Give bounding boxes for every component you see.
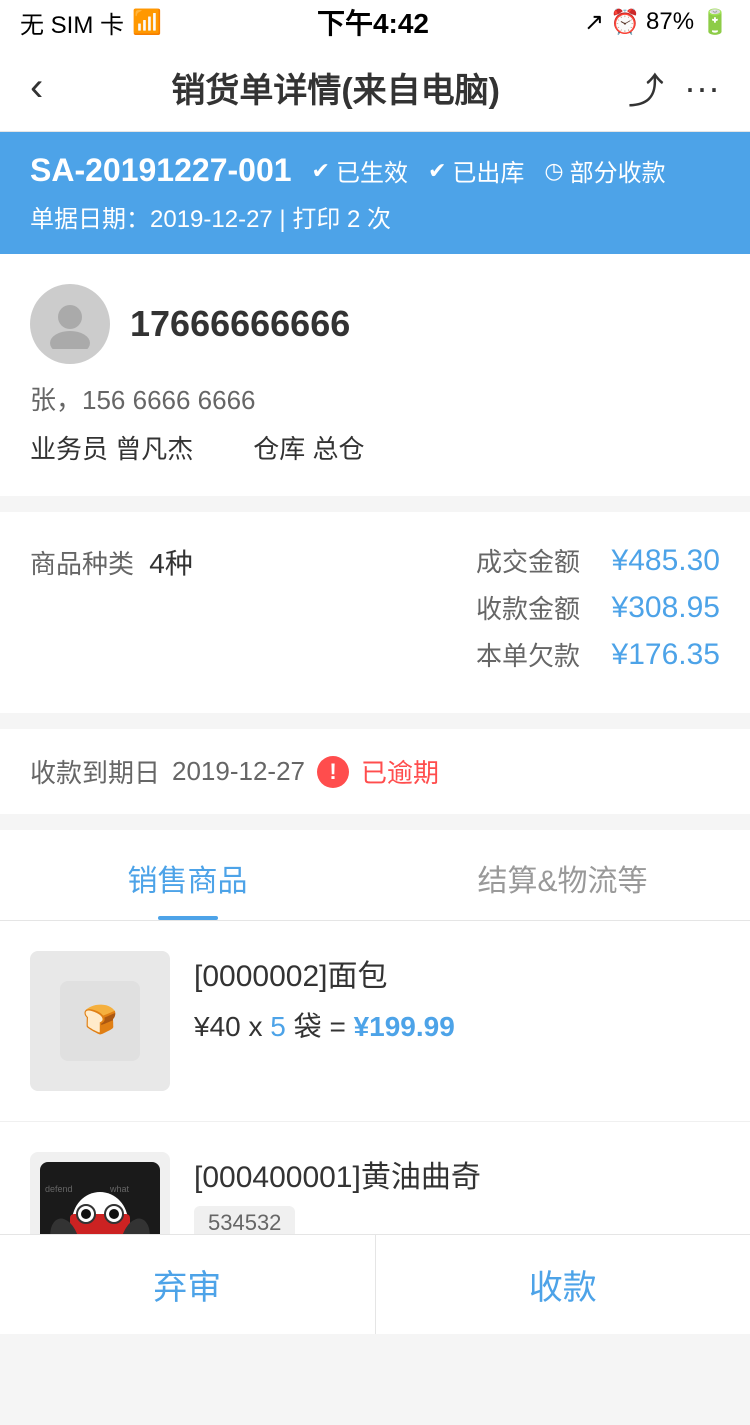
svg-text:what: what — [109, 1184, 130, 1194]
price-1: ¥40 — [194, 1011, 241, 1042]
bottom-bar: 弃审 收款 — [0, 1234, 750, 1334]
tab-settlement[interactable]: 结算&物流等 — [375, 830, 750, 920]
product-name-1: [0000002]面包 — [194, 951, 720, 995]
wifi-icon: 📶 — [132, 8, 162, 37]
equals-1: = — [329, 1011, 353, 1042]
owe-row: 本单欠款 ¥176.35 — [476, 636, 720, 673]
nav-actions: ⤴ ··· — [628, 62, 720, 114]
status-shipped: ✔ 已出库 — [428, 153, 524, 188]
warehouse-label: 仓库 总仓 — [253, 429, 364, 466]
page-title: 销货单详情(来自电脑) — [171, 63, 500, 112]
status-bar: 无 SIM 卡 📶 下午4:42 ↗ ⏰ 87% 🔋 — [0, 0, 750, 44]
alarm-icon: ⏰ — [610, 8, 640, 37]
overdue-text: 已逾期 — [361, 753, 439, 790]
back-button[interactable]: ‹ — [30, 65, 43, 110]
qty-1: 5 — [270, 1011, 286, 1042]
customer-name: 张，156 6666 6666 — [30, 380, 720, 417]
owe-amount: ¥176.35 — [600, 638, 720, 672]
battery-icon: 🔋 — [700, 8, 730, 37]
overdue-icon: ! — [317, 756, 349, 788]
status-left: 无 SIM 卡 📶 — [20, 5, 162, 40]
due-section: 收款到期日 2019-12-27 ! 已逾期 — [0, 729, 750, 814]
deal-row: 成交金额 ¥485.30 — [476, 542, 720, 579]
category-info: 商品种类 4种 — [30, 542, 193, 582]
summary-section: 商品种类 4种 成交金额 ¥485.30 收款金额 ¥308.95 本单欠款 ¥… — [0, 512, 750, 713]
product-info-1: [0000002]面包 ¥40 x 5 袋 = ¥199.99 — [194, 951, 720, 1045]
battery-level: 87% — [646, 8, 694, 36]
due-label: 收款到期日 — [30, 753, 160, 790]
check-icon-1: ✔ — [312, 158, 330, 184]
status-partial: ◷ 部分收款 — [544, 153, 665, 188]
svg-text:defend: defend — [45, 1184, 73, 1194]
location-icon: ↗ — [584, 8, 604, 37]
product-name-2: [000400001]黄油曲奇 — [194, 1152, 720, 1196]
category-count: 4种 — [149, 548, 193, 579]
svg-text:🍞: 🍞 — [83, 1003, 118, 1036]
avatar — [30, 284, 110, 364]
salesperson-value: 曾凡杰 — [115, 434, 193, 464]
product-price-1: ¥40 x 5 袋 = ¥199.99 — [194, 1005, 720, 1045]
status-right: ↗ ⏰ 87% 🔋 — [584, 8, 730, 37]
more-icon[interactable]: ··· — [684, 67, 720, 109]
order-meta: 单据日期：2019-12-27 | 打印 2 次 — [30, 199, 720, 234]
product-image-1: 🍞 — [30, 951, 170, 1091]
status-partial-label: 部分收款 — [570, 153, 666, 188]
status-effective: ✔ 已生效 — [312, 153, 408, 188]
cancel-button[interactable]: 弃审 — [0, 1235, 375, 1334]
nav-bar: ‹ 销货单详情(来自电脑) ⤴ ··· — [0, 44, 750, 132]
tabs-section: 销售商品 结算&物流等 — [0, 830, 750, 921]
customer-section: 17666666666 张，156 6666 6666 业务员 曾凡杰 仓库 总… — [0, 254, 750, 496]
customer-phone: 17666666666 — [130, 303, 350, 345]
order-id: SA-20191227-001 — [30, 152, 292, 189]
owe-label: 本单欠款 — [476, 636, 580, 673]
amounts: 成交金额 ¥485.30 收款金额 ¥308.95 本单欠款 ¥176.35 — [476, 542, 720, 683]
clock-icon: ◷ — [544, 158, 563, 184]
order-header: SA-20191227-001 ✔ 已生效 ✔ 已出库 ◷ 部分收款 单据日期：… — [0, 132, 750, 254]
deal-amount: ¥485.30 — [600, 544, 720, 578]
warehouse-value: 总仓 — [313, 434, 365, 464]
status-effective-label: 已生效 — [336, 153, 408, 188]
check-icon-2: ✔ — [428, 158, 446, 184]
received-row: 收款金额 ¥308.95 — [476, 589, 720, 626]
due-date: 2019-12-27 — [172, 756, 305, 787]
confirm-button[interactable]: 收款 — [375, 1235, 750, 1334]
tabs-row: 销售商品 结算&物流等 — [0, 830, 750, 921]
deal-label: 成交金额 — [476, 542, 580, 579]
status-shipped-label: 已出库 — [452, 153, 524, 188]
received-label: 收款金额 — [476, 589, 580, 626]
salesperson-label: 业务员 曾凡杰 — [30, 429, 193, 466]
total-1: ¥199.99 — [354, 1011, 455, 1042]
category-label: 商品种类 — [30, 549, 134, 579]
customer-details: 业务员 曾凡杰 仓库 总仓 — [30, 429, 720, 466]
unit-1: 袋 — [294, 1011, 322, 1042]
received-amount: ¥308.95 — [600, 591, 720, 625]
tab-sales[interactable]: 销售商品 — [0, 830, 375, 920]
operator-1: x — [249, 1011, 271, 1042]
status-time: 下午4:42 — [317, 2, 429, 42]
share-icon[interactable]: ⤴ — [628, 62, 664, 114]
product-item: 🍞 [0000002]面包 ¥40 x 5 袋 = ¥199.99 — [0, 921, 750, 1122]
sim-status: 无 SIM 卡 — [20, 5, 124, 40]
